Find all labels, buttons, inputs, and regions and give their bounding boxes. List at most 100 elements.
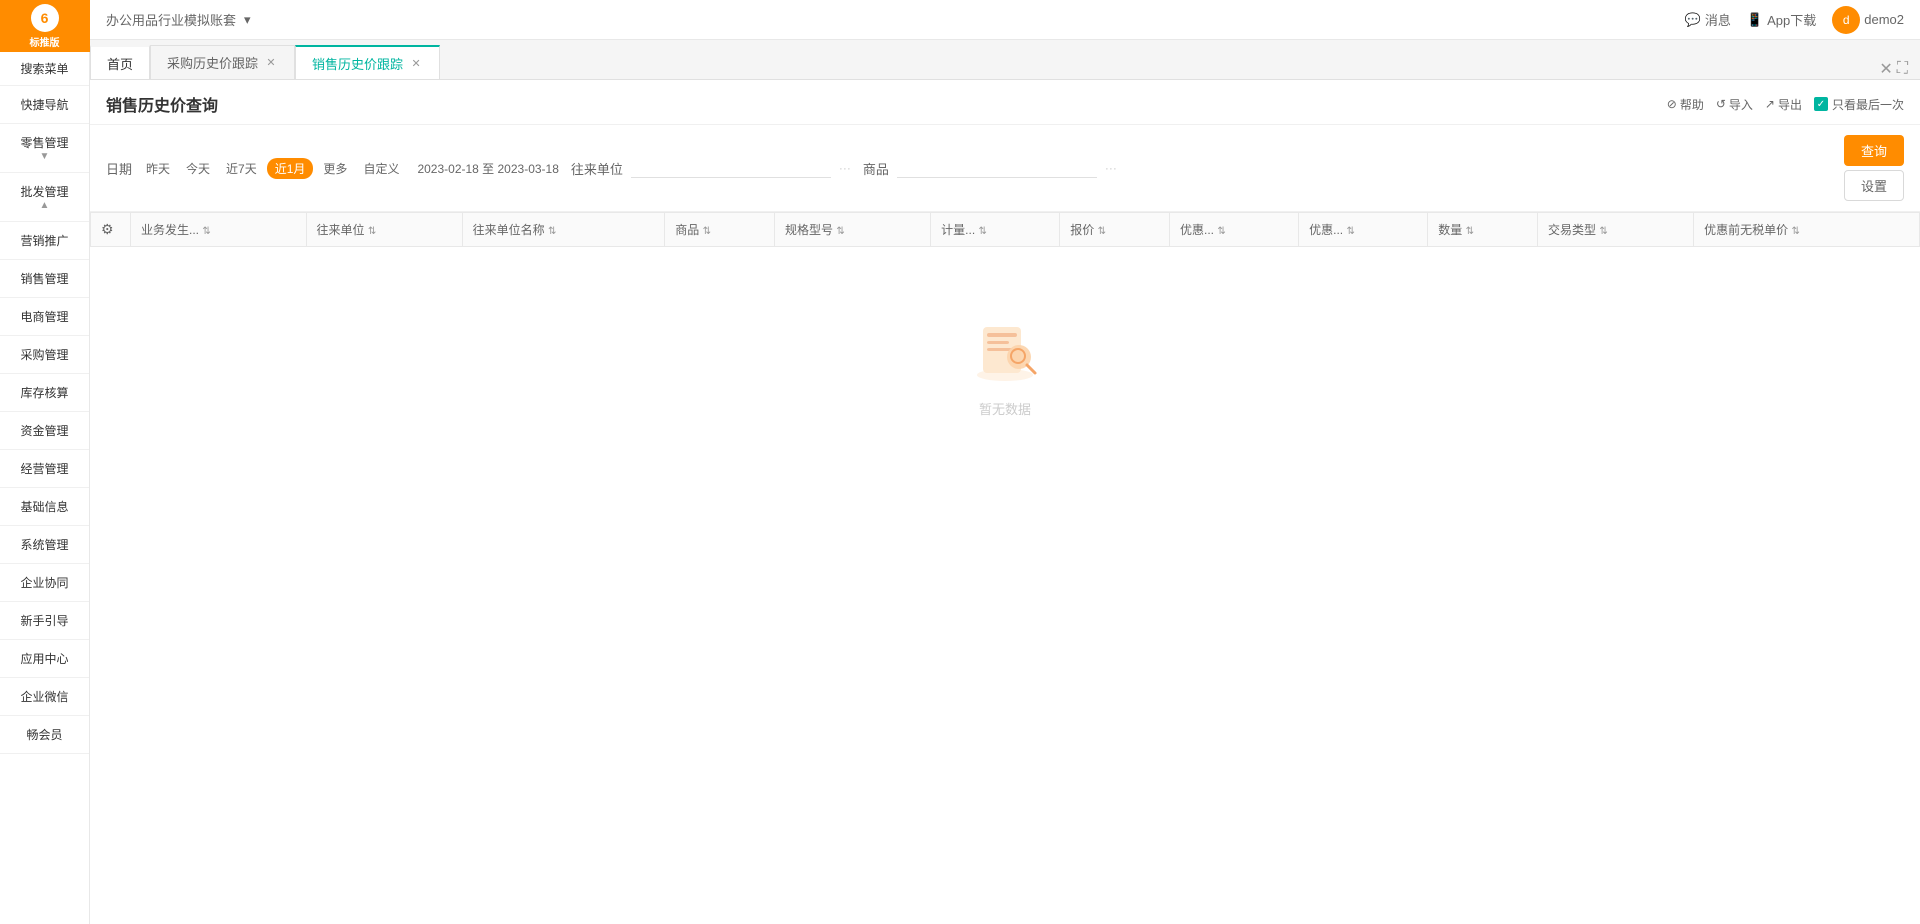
sidebar-item-member[interactable]: 畅会员 [0,716,89,754]
ecommerce-label: 电商管理 [20,308,68,325]
only-last-toggle[interactable]: ✓ 只看最后一次 [1814,96,1904,113]
sidebar-item-finance[interactable]: 资金管理 [0,412,89,450]
col-spec[interactable]: 规格型号 ⇅ [775,213,931,247]
sidebar-item-guide[interactable]: 新手引导 [0,602,89,640]
sidebar-item-operations[interactable]: 经营管理 [0,450,89,488]
col-biz-date-label: 业务发生... [141,223,199,237]
col-unit[interactable]: 计量... ⇅ [931,213,1060,247]
tab-sales-close-icon[interactable]: ✕ [409,56,423,70]
sidebar-item-inventory[interactable]: 库存核算 [0,374,89,412]
page-actions: ⊘ 帮助 ↺ 导入 ↗ 导出 ✓ 只看最后一次 [1667,96,1904,113]
logo-icon: 6 [31,4,59,32]
app-download-button[interactable]: 📱 App下载 [1747,10,1816,29]
export-label: 导出 [1778,96,1802,113]
sales-label: 销售管理 [20,270,68,287]
col-quantity[interactable]: 数量 ⇅ [1428,213,1538,247]
main-content: 办公用品行业模拟账套 ▾ 💬 消息 📱 App下载 d demo2 首页 [90,0,1920,924]
empty-state: 暂无数据 [90,247,1920,478]
username: demo2 [1864,12,1904,27]
help-button[interactable]: ⊘ 帮助 [1667,96,1704,113]
sidebar-item-basic-info[interactable]: 基础信息 [0,488,89,526]
dropdown-icon[interactable]: ▾ [244,12,251,28]
product-filter-group: 商品 ··· [863,158,1117,178]
message-button[interactable]: 💬 消息 [1685,10,1731,29]
col-product-label: 商品 [675,223,699,237]
tab-home[interactable]: 首页 [90,45,150,79]
col-price[interactable]: 报价 ⇅ [1060,213,1170,247]
col-product[interactable]: 商品 ⇅ [665,213,775,247]
date-today[interactable]: 今天 [180,158,216,179]
member-label: 畅会员 [26,726,62,743]
filter-action-buttons: 查询 设置 [1844,135,1904,201]
col-settings[interactable]: ⚙ [91,213,131,247]
template-name: 办公用品行业模拟账套 [106,10,236,29]
tab-purchase-history[interactable]: 采购历史价跟踪 ✕ [150,45,295,79]
logo-text: 6 [41,10,49,26]
date-more[interactable]: 更多 [317,158,353,179]
avatar: d [1832,6,1860,34]
app-download-label: App下载 [1767,10,1816,29]
product-input[interactable] [897,158,1097,178]
tab-purchase-close-icon[interactable]: ✕ [264,56,278,70]
col-pre-tax-price[interactable]: 优惠前无税单价 ⇅ [1694,213,1920,247]
sidebar-item-enterprise[interactable]: 企业协同 [0,564,89,602]
table-header: ⚙ 业务发生... ⇅ 往来单位 ⇅ 往来单位名称 ⇅ [91,213,1920,247]
wholesale-label: 批发管理 [20,183,68,200]
col-unit-sort-icon: ⇅ [979,226,987,237]
partner-input[interactable] [631,158,831,178]
col-discount1-label: 优惠... [1180,223,1214,237]
import-button[interactable]: ↺ 导入 [1716,96,1753,113]
sidebar-item-sales[interactable]: 销售管理 [0,260,89,298]
sidebar-item-ecommerce[interactable]: 电商管理 [0,298,89,336]
close-window-icon[interactable]: ✕ [1879,59,1892,79]
col-discount2[interactable]: 优惠... ⇅ [1299,213,1428,247]
col-partner-code[interactable]: 往来单位 ⇅ [306,213,462,247]
partner-label: 往来单位 [571,159,623,178]
date-yesterday[interactable]: 昨天 [140,158,176,179]
user-profile[interactable]: d demo2 [1832,6,1904,34]
search-label: 搜索菜单 [20,62,68,76]
sidebar-item-quick-nav[interactable]: 快捷导航 [0,86,89,124]
col-discount1[interactable]: 优惠... ⇅ [1170,213,1299,247]
app-download-icon: 📱 [1747,12,1763,28]
wholesale-arrow: ▲ [40,200,50,211]
date-last7[interactable]: 近7天 [220,158,263,179]
col-biz-date[interactable]: 业务发生... ⇅ [131,213,307,247]
query-button[interactable]: 查询 [1844,135,1904,166]
col-partner-name[interactable]: 往来单位名称 ⇅ [462,213,665,247]
settings-button[interactable]: 设置 [1844,170,1904,201]
maximize-window-icon[interactable]: ⛶ [1897,60,1908,78]
inventory-label: 库存核算 [20,384,68,401]
message-label: 消息 [1705,10,1731,29]
export-icon: ↗ [1765,97,1775,111]
date-last1month[interactable]: 近1月 [267,158,314,179]
col-pre-tax-price-label: 优惠前无税单价 [1704,223,1788,237]
app-center-label: 应用中心 [20,650,68,667]
marketing-label: 营销推广 [20,232,68,249]
sidebar-item-system[interactable]: 系统管理 [0,526,89,564]
partner-dots[interactable]: ··· [839,161,851,175]
sidebar-item-marketing[interactable]: 营销推广 [0,222,89,260]
col-trade-type-label: 交易类型 [1548,223,1596,237]
col-trade-type[interactable]: 交易类型 ⇅ [1537,213,1693,247]
only-last-checkbox-icon: ✓ [1814,97,1828,111]
sidebar-logo[interactable]: 6 标推版 [0,0,90,52]
sidebar-item-wechat[interactable]: 企业微信 [0,678,89,716]
sidebar-item-retail[interactable]: 零售管理 ▼ [0,124,89,173]
product-label: 商品 [863,159,889,178]
sidebar-item-purchase[interactable]: 采购管理 [0,336,89,374]
sidebar-item-wholesale[interactable]: 批发管理 ▲ [0,173,89,222]
product-dots[interactable]: ··· [1105,161,1117,175]
sidebar-item-app-center[interactable]: 应用中心 [0,640,89,678]
col-quantity-label: 数量 [1438,223,1462,237]
topbar-right: 💬 消息 📱 App下载 d demo2 [1685,6,1904,34]
table-header-row: ⚙ 业务发生... ⇅ 往来单位 ⇅ 往来单位名称 ⇅ [91,213,1920,247]
export-button[interactable]: ↗ 导出 [1765,96,1802,113]
operations-label: 经营管理 [20,460,68,477]
tab-sales-history[interactable]: 销售历史价跟踪 ✕ [295,45,440,79]
page-title: 销售历史价查询 [106,92,218,116]
gear-icon[interactable]: ⚙ [101,221,114,237]
date-custom[interactable]: 自定义 [357,158,405,179]
sidebar-item-search[interactable]: 搜索菜单 [0,52,89,86]
table-container: ⚙ 业务发生... ⇅ 往来单位 ⇅ 往来单位名称 ⇅ [90,212,1920,924]
